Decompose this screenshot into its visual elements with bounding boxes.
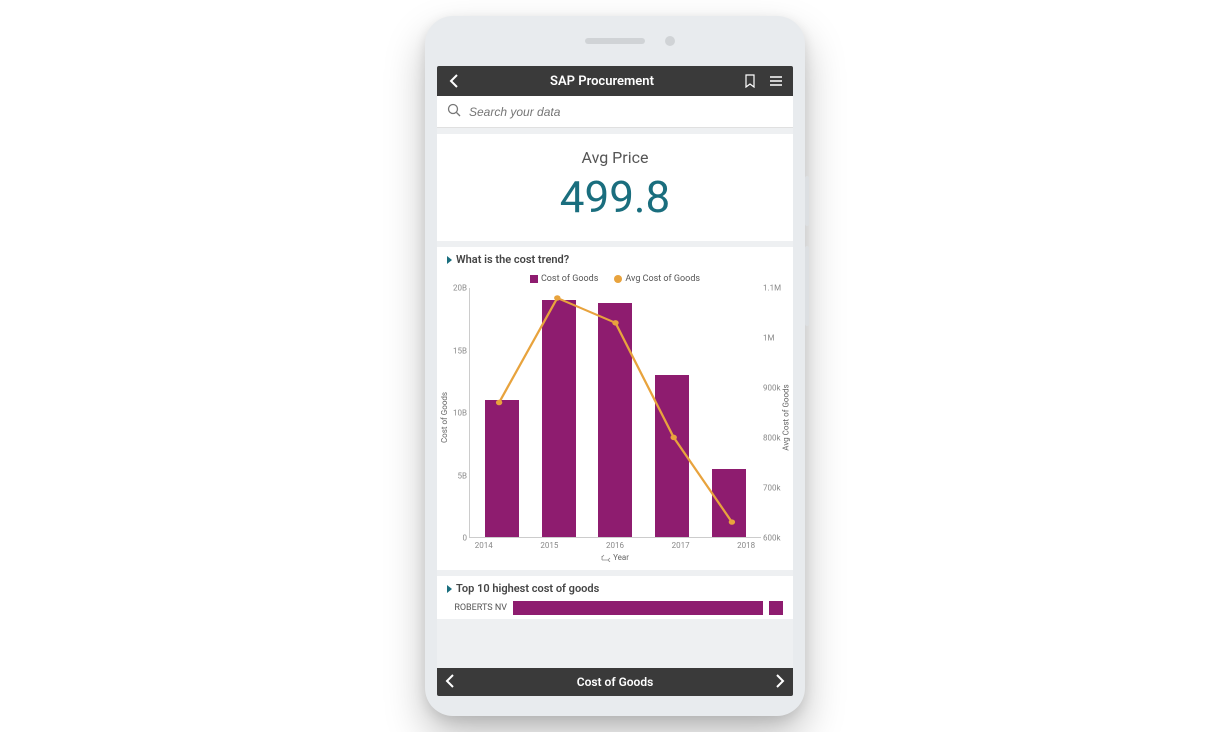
prev-icon[interactable] (445, 674, 455, 691)
top10-bar (769, 601, 783, 615)
chart-bar[interactable] (542, 300, 576, 537)
next-icon[interactable] (775, 674, 785, 691)
kpi-card[interactable]: Avg Price 499.8 (437, 134, 793, 241)
content-area: Avg Price 499.8 What is the cost trend? … (437, 128, 793, 668)
menu-icon[interactable] (767, 72, 785, 90)
chart-legend: Cost of Goods Avg Cost of Goods (447, 272, 783, 288)
chart-bar[interactable] (598, 303, 632, 537)
table-row[interactable]: ROBERTS NV (437, 601, 793, 615)
chart-bar[interactable] (712, 469, 746, 537)
x-axis-labels: 20142015201620172018 (447, 538, 783, 550)
bookmark-icon[interactable] (741, 72, 759, 90)
legend-line-label: Avg Cost of Goods (625, 274, 700, 284)
app-screen: SAP Procurement Avg Price 499.8 W (437, 66, 793, 696)
y-axis-left: 0 5B 10B 15B 20B (447, 288, 469, 538)
top10-header[interactable]: Top 10 highest cost of goods (437, 576, 793, 601)
phone-frame: SAP Procurement Avg Price 499.8 W (425, 16, 805, 716)
search-icon (447, 102, 461, 121)
x-axis-title: Year (447, 550, 783, 562)
back-icon[interactable] (445, 72, 463, 90)
trend-header[interactable]: What is the cost trend? (437, 247, 793, 272)
collapse-icon (447, 256, 452, 264)
top-bar: SAP Procurement (437, 66, 793, 96)
trend-title: What is the cost trend? (456, 253, 569, 266)
page-title: SAP Procurement (471, 74, 733, 89)
trend-card: What is the cost trend? Cost of Goods Av… (437, 247, 793, 570)
kpi-title: Avg Price (437, 148, 793, 167)
kpi-value: 499.8 (437, 171, 793, 223)
footer-title: Cost of Goods (455, 675, 775, 689)
y-axis-right: 600k 700k 800k 900k 1M 1.1M (761, 288, 783, 538)
legend-bar-label: Cost of Goods (541, 274, 598, 284)
top10-card: Top 10 highest cost of goods ROBERTS NV (437, 576, 793, 619)
chart-bar[interactable] (655, 375, 689, 537)
search-bar[interactable] (437, 96, 793, 128)
phone-side-button (805, 246, 809, 326)
search-input[interactable] (469, 105, 783, 119)
collapse-icon (447, 585, 452, 593)
y-axis-right-label: Avg Cost of Goods (781, 384, 790, 450)
top10-row-label: ROBERTS NV (447, 603, 507, 613)
cost-trend-chart[interactable]: Cost of Goods 0 5B 10B 15B 20B (447, 288, 783, 538)
bottom-bar: Cost of Goods (437, 668, 793, 696)
top10-title: Top 10 highest cost of goods (456, 582, 599, 595)
phone-side-button (805, 176, 809, 226)
top10-bar (513, 601, 763, 615)
chart-bar[interactable] (485, 400, 519, 537)
plot-area (469, 288, 761, 538)
